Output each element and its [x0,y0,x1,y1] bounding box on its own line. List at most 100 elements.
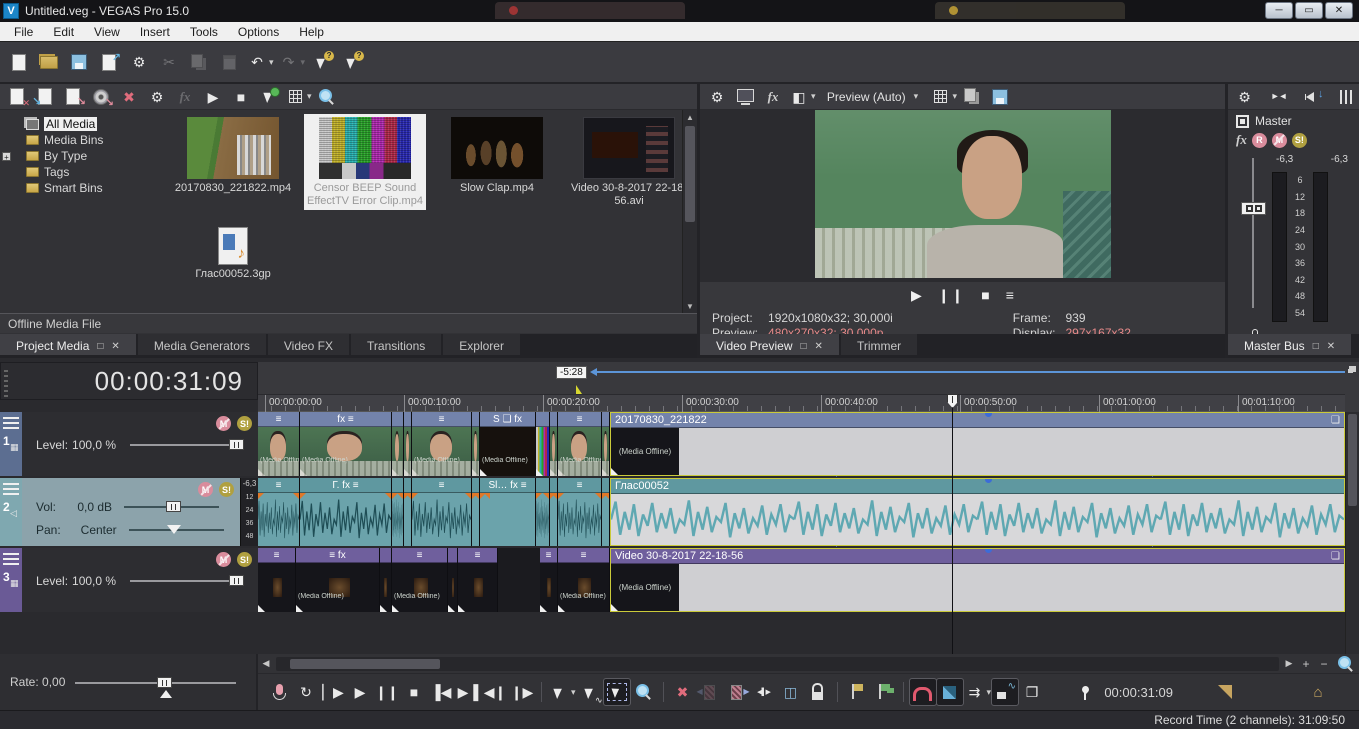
time-display[interactable]: 00:00:31:09 [0,362,258,400]
capture-video-button[interactable] [60,84,86,110]
project-video-properties-button[interactable]: ⚙ [704,84,730,110]
copy-button[interactable] [186,49,212,75]
timeline-ruler[interactable]: 00:00:00:00 00:00:10:00 00:00:20:00 00:00:3… [258,394,1345,413]
media-list-scrollbar[interactable]: ▲ ▼ [682,110,697,313]
tab-pm-media-generators[interactable]: Media Generators [137,334,266,355]
level-slider-handle[interactable] [229,575,245,586]
title-bar[interactable]: V Untitled.veg - VEGAS Pro 15.0 ─ ▭ ✕ [0,0,1359,22]
scroll-up-icon[interactable]: ▲ [683,110,697,124]
lock-event-button[interactable] [805,679,831,705]
paste-button[interactable] [216,49,242,75]
selected-event-2[interactable]: Глас00052 [610,478,1345,546]
play-button[interactable]: ▶ [347,679,373,705]
delete-button[interactable]: ✖ [670,679,696,705]
tree-item-smart-bins[interactable]: Smart Bins [0,180,162,196]
save-button[interactable] [66,49,92,75]
media-item[interactable]: 20170830_221822.mp4 [172,114,294,210]
hover-scrub-button[interactable] [256,84,282,110]
views-button[interactable]: ▾ [284,84,312,110]
crop-icon[interactable]: ❏ [1331,415,1340,426]
crop-icon[interactable]: ❏ [1331,551,1340,562]
timeline-event[interactable] [448,548,458,612]
track-color-strip[interactable]: 1 ▦ [0,412,22,476]
timeline-event[interactable]: ≡ [258,548,296,612]
pan-slider[interactable] [128,525,224,534]
timeline-event[interactable] [550,412,558,476]
enable-snapping-button[interactable] [908,678,937,706]
media-item[interactable]: Video 30-8-2017 22-18-56.avi [568,114,690,210]
tab-mb-master-bus[interactable]: Master Bus □ ✕ [1228,334,1352,355]
undock-icon[interactable]: □ [801,341,807,352]
go-to-start-button[interactable]: ▐◀ [428,679,454,705]
timeline-event[interactable]: ≡ [558,478,602,546]
timeline-marker-icon[interactable] [576,385,582,394]
mixing-console-button[interactable] [1334,84,1359,110]
start-preview-button[interactable]: ▶ [200,84,226,110]
tab-pm-transitions[interactable]: Transitions [351,334,442,355]
normal-edit-tool-button[interactable]: ▾ [548,679,576,705]
zoom-out-timeline-button[interactable]: − [1315,657,1333,671]
pause-button[interactable]: ❙❙ [374,679,400,705]
timeline-event[interactable]: ≡ [412,478,472,546]
undo-button[interactable]: ↶ ▾ [246,49,273,75]
import-media-button[interactable] [32,84,58,110]
external-monitor-button[interactable] [732,84,758,110]
redo-button[interactable]: ↷ ▾ [278,49,306,75]
dropdown-arrow-icon[interactable]: ▾ [987,687,992,698]
timeline-event[interactable] [472,412,480,476]
timeline-event[interactable]: ≡ (Media Offline) [558,548,610,612]
save-snapshot-button[interactable] [987,84,1013,110]
track-content-2[interactable]: ≡ Г. fx ≡ ≡ Sl… fx ≡ ≡ Глас00052 [258,478,1345,546]
timeline-event[interactable] [536,478,550,546]
rate-slider[interactable] [75,677,236,688]
open-button[interactable] [36,49,62,75]
play-from-start-button[interactable]: ▏▶ [320,679,346,705]
track-mute-button[interactable]: M [216,416,231,431]
dim-output-button[interactable] [1300,84,1326,110]
dropdown-arrow-icon[interactable]: ▾ [301,57,306,68]
extract-audio-button[interactable] [88,84,114,110]
preview-stop-button[interactable]: ■ [981,287,989,303]
selection-edit-tool-button[interactable] [602,678,631,706]
level-slider-handle[interactable] [229,439,245,450]
menu-file[interactable]: File [4,22,43,41]
timeline-corner-button[interactable] [1345,362,1359,412]
track-color-strip[interactable]: 2 ◁ [0,478,22,546]
timeline-event[interactable]: ≡ (Media Offline) [258,412,300,476]
auto-ripple-button[interactable]: ⇉ ▾ [964,679,992,705]
dropdown-arrow-icon[interactable]: ▾ [914,91,919,102]
zoom-tool-corner-button[interactable] [1333,651,1359,677]
timeline-event[interactable]: ≡ [540,548,558,612]
track-solo-button[interactable]: S! [237,416,252,431]
track-menu-icon[interactable] [3,415,19,429]
record-button[interactable] [266,679,292,705]
previous-frame-button[interactable]: ◀❙ [482,679,508,705]
preview-video[interactable] [814,110,1111,278]
track-menu-icon[interactable] [3,551,19,565]
master-solo-button[interactable]: S! [1291,132,1307,148]
preview-menu-button[interactable]: ≡ [1006,287,1014,303]
dropdown-arrow-icon[interactable]: ▾ [307,91,312,102]
close-button[interactable]: ✕ [1325,2,1353,19]
preview-play-button[interactable]: ▶ [911,287,922,304]
close-icon[interactable]: ✕ [815,341,823,352]
timeline-event[interactable]: Sl… fx ≡ [480,478,536,546]
tree-item-all-media[interactable]: All Media [0,116,162,132]
track-solo-button[interactable]: S! [237,552,252,567]
timeline-event[interactable]: ≡ fx (Media Offline) [296,548,380,612]
split-button[interactable]: ◫ [778,679,804,705]
tab-pm-project-media[interactable]: Project Media □ ✕ [0,334,136,355]
search-button[interactable] [314,84,340,110]
timeline-event[interactable] [380,548,392,612]
timeline-event[interactable]: ≡ [458,548,498,612]
timeline-event[interactable] [602,478,610,546]
master-fader-handle[interactable] [1241,202,1266,215]
timeline-event[interactable] [404,412,412,476]
timeline-event[interactable]: fx ≡ (Media Offline) [300,412,392,476]
timeline-event[interactable] [472,478,480,546]
undock-icon[interactable]: □ [97,341,103,352]
media-fx-button[interactable]: fx [172,84,198,110]
media-properties-button[interactable]: ⚙ [144,84,170,110]
track-mute-button[interactable]: M [216,552,231,567]
ignore-grouping-button[interactable]: ❐ [1019,679,1045,705]
